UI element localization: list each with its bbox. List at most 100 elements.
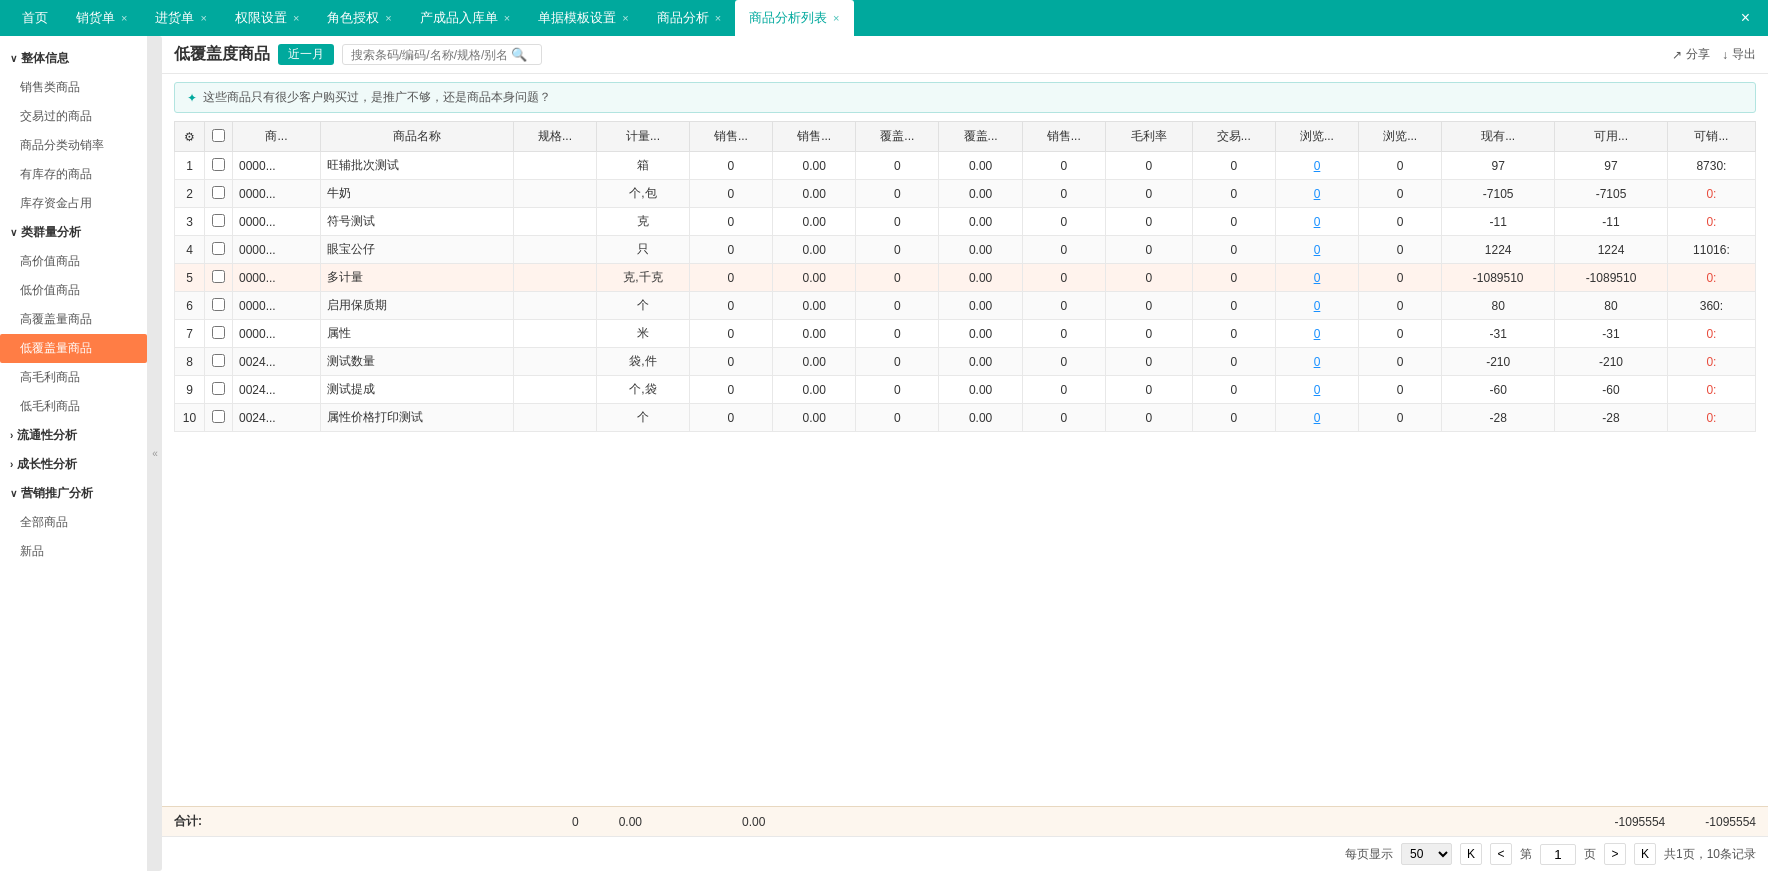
cell-browse1[interactable]: 0 [1275,404,1358,432]
cell-browse1[interactable]: 0 [1275,292,1358,320]
row-checkbox[interactable] [212,410,225,423]
cell-browse1[interactable]: 0 [1275,208,1358,236]
close-icon[interactable]: × [385,12,391,24]
cell-name: 眼宝公仔 [320,236,513,264]
cell-num: 6 [175,292,205,320]
cell-sales3: 0 [1022,236,1105,264]
first-page-button[interactable]: K [1460,843,1482,865]
sidebar-item-low-margin[interactable]: 低毛利商品 [0,392,147,421]
period-button[interactable]: 近一月 [278,44,334,65]
nav-permissions[interactable]: 权限设置 × [221,0,313,36]
sidebar-group-class-analysis[interactable]: ∨ 类群量分析 [0,218,147,247]
search-input[interactable] [351,48,511,62]
sidebar-item-sales-goods[interactable]: 销售类商品 [0,73,147,102]
row-checkbox[interactable] [212,158,225,171]
cell-cover1: 0 [856,236,939,264]
cell-browse1[interactable]: 0 [1275,236,1358,264]
close-icon[interactable]: × [504,12,510,24]
settings-icon[interactable]: ⚙ [184,130,195,144]
nav-product-analysis[interactable]: 商品分析 × [643,0,735,36]
prev-page-button[interactable]: < [1490,843,1512,865]
cell-current-stock: -28 [1442,404,1555,432]
close-all-button[interactable]: × [1731,9,1760,27]
sidebar-item-low-coverage[interactable]: 低覆盖量商品 [0,334,147,363]
cell-checkbox[interactable] [205,404,233,432]
close-icon[interactable]: × [121,12,127,24]
row-checkbox[interactable] [212,242,225,255]
nav-sales-order[interactable]: 销货单 × [62,0,141,36]
sidebar-item-new-goods[interactable]: 新品 [0,537,147,566]
sidebar-collapse-button[interactable]: « [148,36,162,871]
row-checkbox[interactable] [212,298,225,311]
nav-template-settings[interactable]: 单据模板设置 × [524,0,642,36]
sidebar-item-category-rate[interactable]: 商品分类动销率 [0,131,147,160]
nav-home[interactable]: 首页 [8,0,62,36]
cell-checkbox[interactable] [205,208,233,236]
cell-available: -7105 [1555,180,1668,208]
row-checkbox[interactable] [212,186,225,199]
cell-browse1[interactable]: 0 [1275,180,1358,208]
cell-browse1[interactable]: 0 [1275,152,1358,180]
close-icon[interactable]: × [622,12,628,24]
sidebar-item-high-coverage[interactable]: 高覆盖量商品 [0,305,147,334]
cell-sales-amt: 0.00 [773,264,856,292]
nav-purchase-order[interactable]: 进货单 × [141,0,220,36]
col-checkbox[interactable] [205,122,233,152]
page-title: 低覆盖度商品 [174,44,270,65]
cell-checkbox[interactable] [205,348,233,376]
cell-browse1[interactable]: 0 [1275,264,1358,292]
sidebar-group-overall[interactable]: ∨ 整体信息 [0,44,147,73]
close-icon[interactable]: × [715,12,721,24]
nav-product-analysis-list[interactable]: 商品分析列表 × [735,0,853,36]
per-page-select[interactable]: 50 20 100 200 [1401,843,1452,865]
cell-browse1[interactable]: 0 [1275,320,1358,348]
close-icon[interactable]: × [293,12,299,24]
export-button[interactable]: ↓ 导出 [1722,46,1756,63]
cell-checkbox[interactable] [205,264,233,292]
table-row: 2 0000... 牛奶 个,包 0 0.00 0 0.00 0 0 0 0 0… [175,180,1756,208]
search-box: 🔍 [342,44,542,65]
footer-values: 0 0.00 0.00 -1095554 -1095554 [222,815,1756,829]
sidebar-item-all-goods[interactable]: 全部商品 [0,508,147,537]
row-checkbox[interactable] [212,326,225,339]
cell-checkbox[interactable] [205,292,233,320]
cell-checkbox[interactable] [205,376,233,404]
select-all-checkbox[interactable] [212,129,225,142]
row-checkbox[interactable] [212,270,225,283]
sidebar-item-in-stock[interactable]: 有库存的商品 [0,160,147,189]
cell-gross-margin: 0 [1105,348,1192,376]
cell-browse1[interactable]: 0 [1275,376,1358,404]
page-number-input[interactable] [1540,844,1576,865]
sidebar-group-marketing[interactable]: ∨ 营销推广分析 [0,479,147,508]
col-browse1: 浏览... [1275,122,1358,152]
cell-browse1[interactable]: 0 [1275,348,1358,376]
nav-finished-goods[interactable]: 产成品入库单 × [406,0,524,36]
sidebar-group-growth[interactable]: › 成长性分析 [0,450,147,479]
col-settings[interactable]: ⚙ [175,122,205,152]
sidebar-item-low-value[interactable]: 低价值商品 [0,276,147,305]
row-checkbox[interactable] [212,214,225,227]
sidebar-group-liquidity[interactable]: › 流通性分析 [0,421,147,450]
cell-checkbox[interactable] [205,320,233,348]
cell-code: 0000... [233,264,321,292]
sidebar-item-traded-goods[interactable]: 交易过的商品 [0,102,147,131]
table-wrapper[interactable]: ⚙ 商... 商品名称 规格... 计量... 销售... 销售... 覆盖..… [170,121,1760,802]
cell-sales3: 0 [1022,376,1105,404]
share-button[interactable]: ↗ 分享 [1672,46,1710,63]
next-page-button[interactable]: > [1604,843,1626,865]
cell-browse2: 0 [1359,264,1442,292]
last-page-button[interactable]: K [1634,843,1656,865]
nav-role-auth[interactable]: 角色授权 × [313,0,405,36]
close-icon[interactable]: × [833,12,839,24]
cell-checkbox[interactable] [205,236,233,264]
sidebar-item-stock-funds[interactable]: 库存资金占用 [0,189,147,218]
cell-trade: 0 [1192,208,1275,236]
row-checkbox[interactable] [212,382,225,395]
sidebar-item-high-margin[interactable]: 高毛利商品 [0,363,147,392]
close-icon[interactable]: × [200,12,206,24]
row-checkbox[interactable] [212,354,225,367]
cell-browse2: 0 [1359,180,1442,208]
cell-checkbox[interactable] [205,152,233,180]
cell-checkbox[interactable] [205,180,233,208]
sidebar-item-high-value[interactable]: 高价值商品 [0,247,147,276]
